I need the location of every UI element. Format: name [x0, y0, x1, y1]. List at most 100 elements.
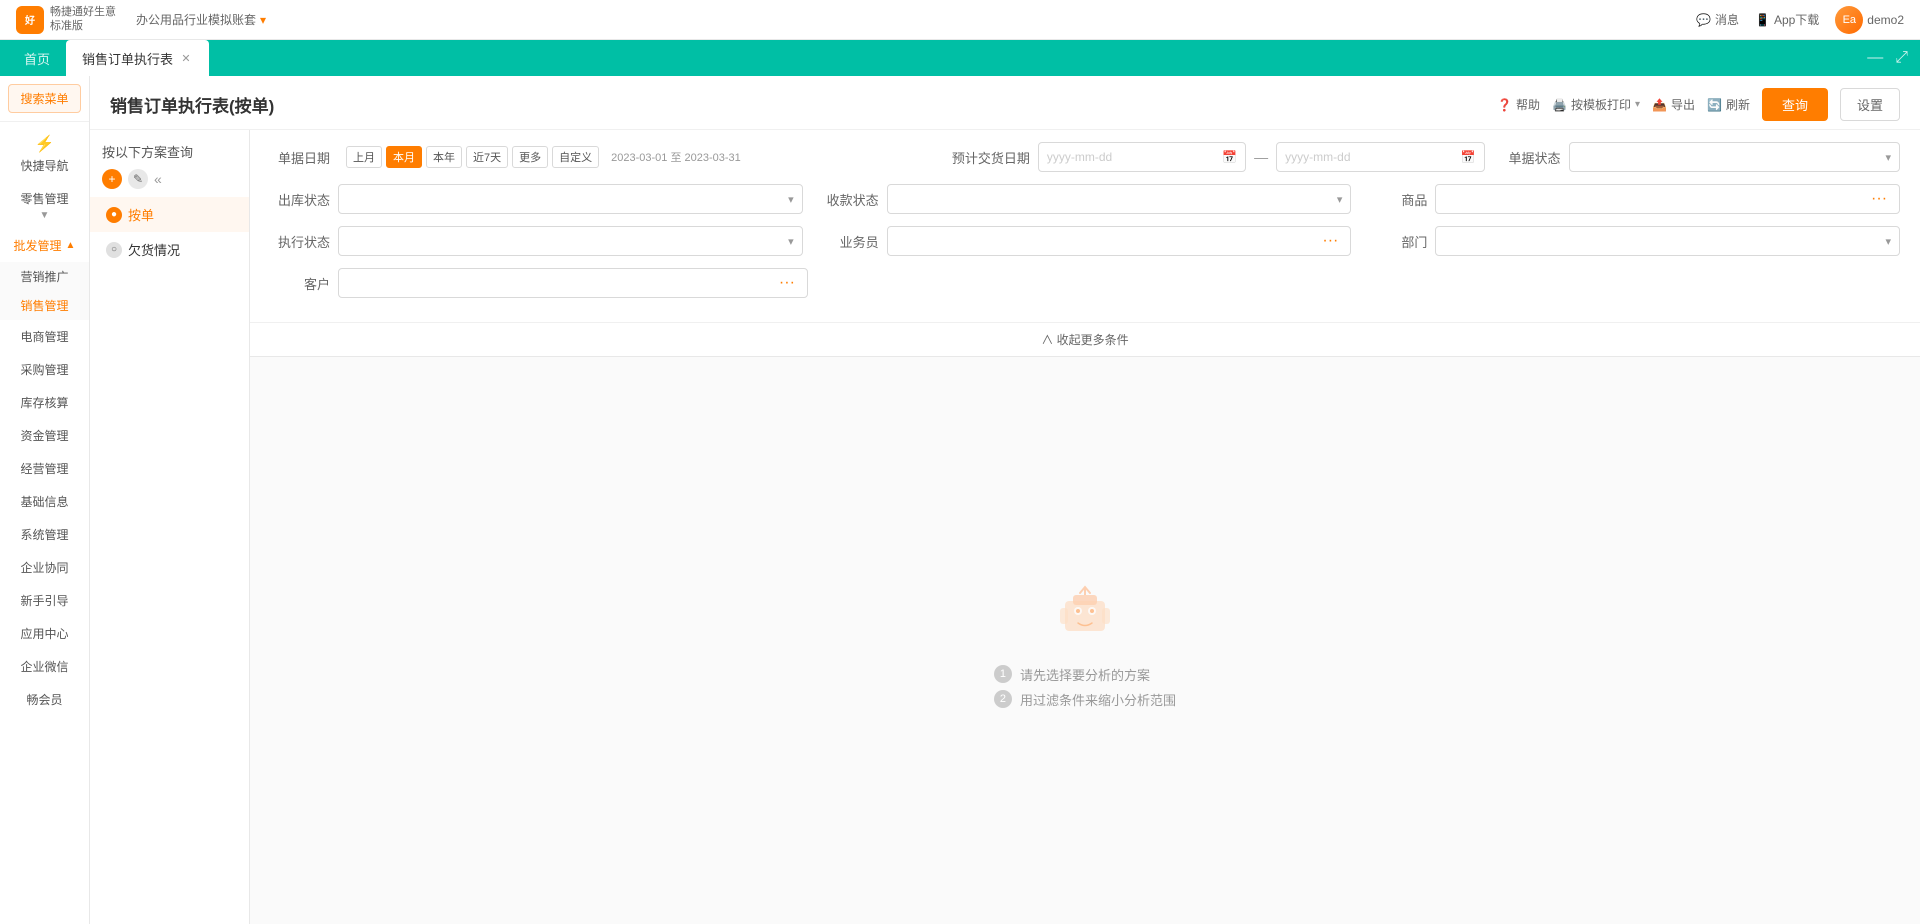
empty-tips: 1 请先选择要分析的方案 2 用过滤条件来缩小分析范围 [994, 665, 1176, 709]
empty-illustration [1045, 573, 1125, 653]
export-button[interactable]: 📤 导出 [1652, 96, 1695, 113]
app-download-action[interactable]: 📱 App下载 [1755, 11, 1819, 28]
retail-arrow-icon: ▼ [40, 210, 50, 221]
print-button[interactable]: 🖨️ 按模板打印 ▾ [1552, 96, 1640, 113]
user-action[interactable]: Ea demo2 [1835, 6, 1904, 34]
avatar: Ea [1835, 6, 1863, 34]
scheme-item-shortage[interactable]: ○ 欠货情况 [90, 232, 249, 267]
sidebar-item-newbie[interactable]: 新手引导 [0, 584, 89, 617]
sidebar: 搜索菜单 ⚡ 快捷导航 零售管理 ▼ 批发管理 ▲ 营销推广 销售管理 电商管理 [0, 76, 90, 924]
collect-status-select[interactable]: ▾ [887, 184, 1352, 214]
setup-button[interactable]: 设置 [1840, 88, 1900, 121]
filter-goods-group: 商品 ··· [1367, 184, 1900, 214]
calendar-end-icon[interactable]: 📅 [1461, 150, 1476, 164]
main-content: 销售订单执行表(按单) ❓ 帮助 🖨️ 按模板打印 ▾ 📤 导出 🔄 刷新 [90, 76, 1920, 924]
scheme-panel: 按以下方案查询 + ✎ « ● 按单 ○ 欠货情况 [90, 130, 250, 924]
date-btn-this-month[interactable]: 本月 [386, 146, 422, 168]
ship-status-select[interactable]: ▾ [338, 184, 803, 214]
sidebar-search-area: 搜索菜单 [0, 76, 89, 122]
exec-status-select[interactable]: ▾ [338, 226, 803, 256]
doc-status-chevron-icon: ▾ [1885, 151, 1891, 164]
salesperson-ellipsis-icon[interactable]: ··· [1318, 232, 1342, 250]
collapse-icon: ∧ [1041, 333, 1056, 347]
print-arrow-icon: ▾ [1635, 99, 1640, 110]
filter-date-group: 单据日期 上月 本月 本年 近7天 更多 自定义 2023-03-01 至 20… [270, 146, 936, 168]
filter-ship-status-group: 出库状态 ▾ [270, 184, 803, 214]
tab-sales-order-exec[interactable]: 销售订单执行表 ✕ [66, 40, 209, 76]
calendar-start-icon[interactable]: 📅 [1222, 150, 1237, 164]
scheme-panel-header: 按以下方案查询 [90, 142, 249, 169]
message-action[interactable]: 💬 消息 [1696, 11, 1739, 28]
date-btn-more[interactable]: 更多 [512, 146, 548, 168]
sidebar-item-basic[interactable]: 基础信息 [0, 485, 89, 518]
goods-ellipsis-icon[interactable]: ··· [1867, 190, 1891, 208]
sidebar-item-apps[interactable]: 应用中心 [0, 617, 89, 650]
ship-status-chevron-icon: ▾ [788, 193, 794, 206]
sidebar-nav: ⚡ 快捷导航 零售管理 ▼ 批发管理 ▲ 营销推广 销售管理 电商管理 采购管理 [0, 122, 89, 720]
sidebar-item-marketing[interactable]: 营销推广 [0, 262, 89, 291]
customer-select[interactable]: ··· [338, 268, 808, 298]
whole-right-panel: 单据日期 上月 本月 本年 近7天 更多 自定义 2023-03-01 至 20… [250, 130, 1920, 924]
quick-nav-icon: ⚡ [35, 134, 55, 154]
page-header: 销售订单执行表(按单) ❓ 帮助 🖨️ 按模板打印 ▾ 📤 导出 🔄 刷新 [90, 76, 1920, 130]
date-btn-custom[interactable]: 自定义 [552, 146, 599, 168]
breadcrumb[interactable]: 办公用品行业模拟账套 ▾ [136, 11, 266, 28]
expected-date-start-input[interactable]: yyyy-mm-dd 📅 [1038, 142, 1246, 172]
sidebar-item-purchase[interactable]: 采购管理 [0, 353, 89, 386]
date-btn-7days[interactable]: 近7天 [466, 146, 508, 168]
sidebar-item-finance[interactable]: 资金管理 [0, 419, 89, 452]
maximize-icon[interactable]: ⤢ [1891, 45, 1912, 71]
add-scheme-button[interactable]: + [102, 169, 122, 189]
filter-salesperson-group: 业务员 ··· [819, 226, 1352, 256]
query-button[interactable]: 查询 [1762, 88, 1828, 121]
sidebar-item-member[interactable]: 畅会员 [0, 683, 89, 716]
sidebar-group-wholesale[interactable]: 批发管理 ▲ [0, 229, 89, 262]
dept-chevron-icon: ▾ [1885, 235, 1891, 248]
exec-status-chevron-icon: ▾ [788, 235, 794, 248]
message-icon: 💬 [1696, 13, 1711, 27]
sidebar-item-system[interactable]: 系统管理 [0, 518, 89, 551]
goods-select[interactable]: ··· [1435, 184, 1900, 214]
filter-row-1: 单据日期 上月 本月 本年 近7天 更多 自定义 2023-03-01 至 20… [270, 142, 1900, 172]
help-button[interactable]: ❓ 帮助 [1497, 96, 1540, 113]
filter-row-4: 客户 ··· [270, 268, 1900, 298]
app-layout: 搜索菜单 ⚡ 快捷导航 零售管理 ▼ 批发管理 ▲ 营销推广 销售管理 电商管理 [0, 76, 1920, 924]
customer-ellipsis-icon[interactable]: ··· [775, 274, 799, 292]
edit-scheme-button[interactable]: ✎ [128, 169, 148, 189]
scheme-dot-secondary: ○ [106, 242, 122, 258]
date-btn-last-month[interactable]: 上月 [346, 146, 382, 168]
page-title: 销售订单执行表(按单) [110, 92, 274, 117]
minimize-icon[interactable]: — [1863, 45, 1887, 71]
logo-text: 畅捷通好生意 标准版 [50, 6, 116, 32]
dept-select[interactable]: ▾ [1435, 226, 1900, 256]
sidebar-item-operations[interactable]: 经营管理 [0, 452, 89, 485]
filter-exec-status-group: 执行状态 ▾ [270, 226, 803, 256]
download-icon: 📱 [1755, 13, 1770, 27]
search-menu-button[interactable]: 搜索菜单 [8, 84, 81, 113]
sidebar-item-sales[interactable]: 销售管理 [0, 291, 89, 320]
scheme-item-by-order[interactable]: ● 按单 [90, 197, 249, 232]
sidebar-item-quick-nav[interactable]: ⚡ 快捷导航 [0, 126, 89, 182]
refresh-button[interactable]: 🔄 刷新 [1707, 96, 1750, 113]
filter-dept-group: 部门 ▾ [1367, 226, 1900, 256]
sidebar-item-wechat[interactable]: 企业微信 [0, 650, 89, 683]
date-btn-this-year[interactable]: 本年 [426, 146, 462, 168]
filter-collect-status-group: 收款状态 ▾ [819, 184, 1352, 214]
tab-home[interactable]: 首页 [8, 40, 66, 76]
collapse-scheme-button[interactable]: « [154, 171, 162, 187]
sidebar-item-ecommerce[interactable]: 电商管理 [0, 320, 89, 353]
sidebar-item-inventory[interactable]: 库存核算 [0, 386, 89, 419]
sidebar-item-retail[interactable]: 零售管理 ▼ [0, 182, 89, 229]
doc-status-select[interactable]: ▾ [1569, 142, 1901, 172]
sidebar-item-corp[interactable]: 企业协同 [0, 551, 89, 584]
help-icon: ❓ [1497, 98, 1512, 112]
salesperson-select[interactable]: ··· [887, 226, 1352, 256]
collapse-bar[interactable]: ∧ 收起更多条件 [250, 322, 1920, 356]
refresh-icon: 🔄 [1707, 98, 1722, 112]
filter-expected-date-group: 预计交货日期 yyyy-mm-dd 📅 — yyyy-mm-dd 📅 [952, 142, 1485, 172]
filter-section: 单据日期 上月 本月 本年 近7天 更多 自定义 2023-03-01 至 20… [250, 130, 1920, 357]
export-icon: 📤 [1652, 98, 1667, 112]
expected-date-end-input[interactable]: yyyy-mm-dd 📅 [1276, 142, 1484, 172]
tab-close-icon[interactable]: ✕ [179, 51, 193, 65]
filter-inner: 单据日期 上月 本月 本年 近7天 更多 自定义 2023-03-01 至 20… [250, 130, 1920, 318]
